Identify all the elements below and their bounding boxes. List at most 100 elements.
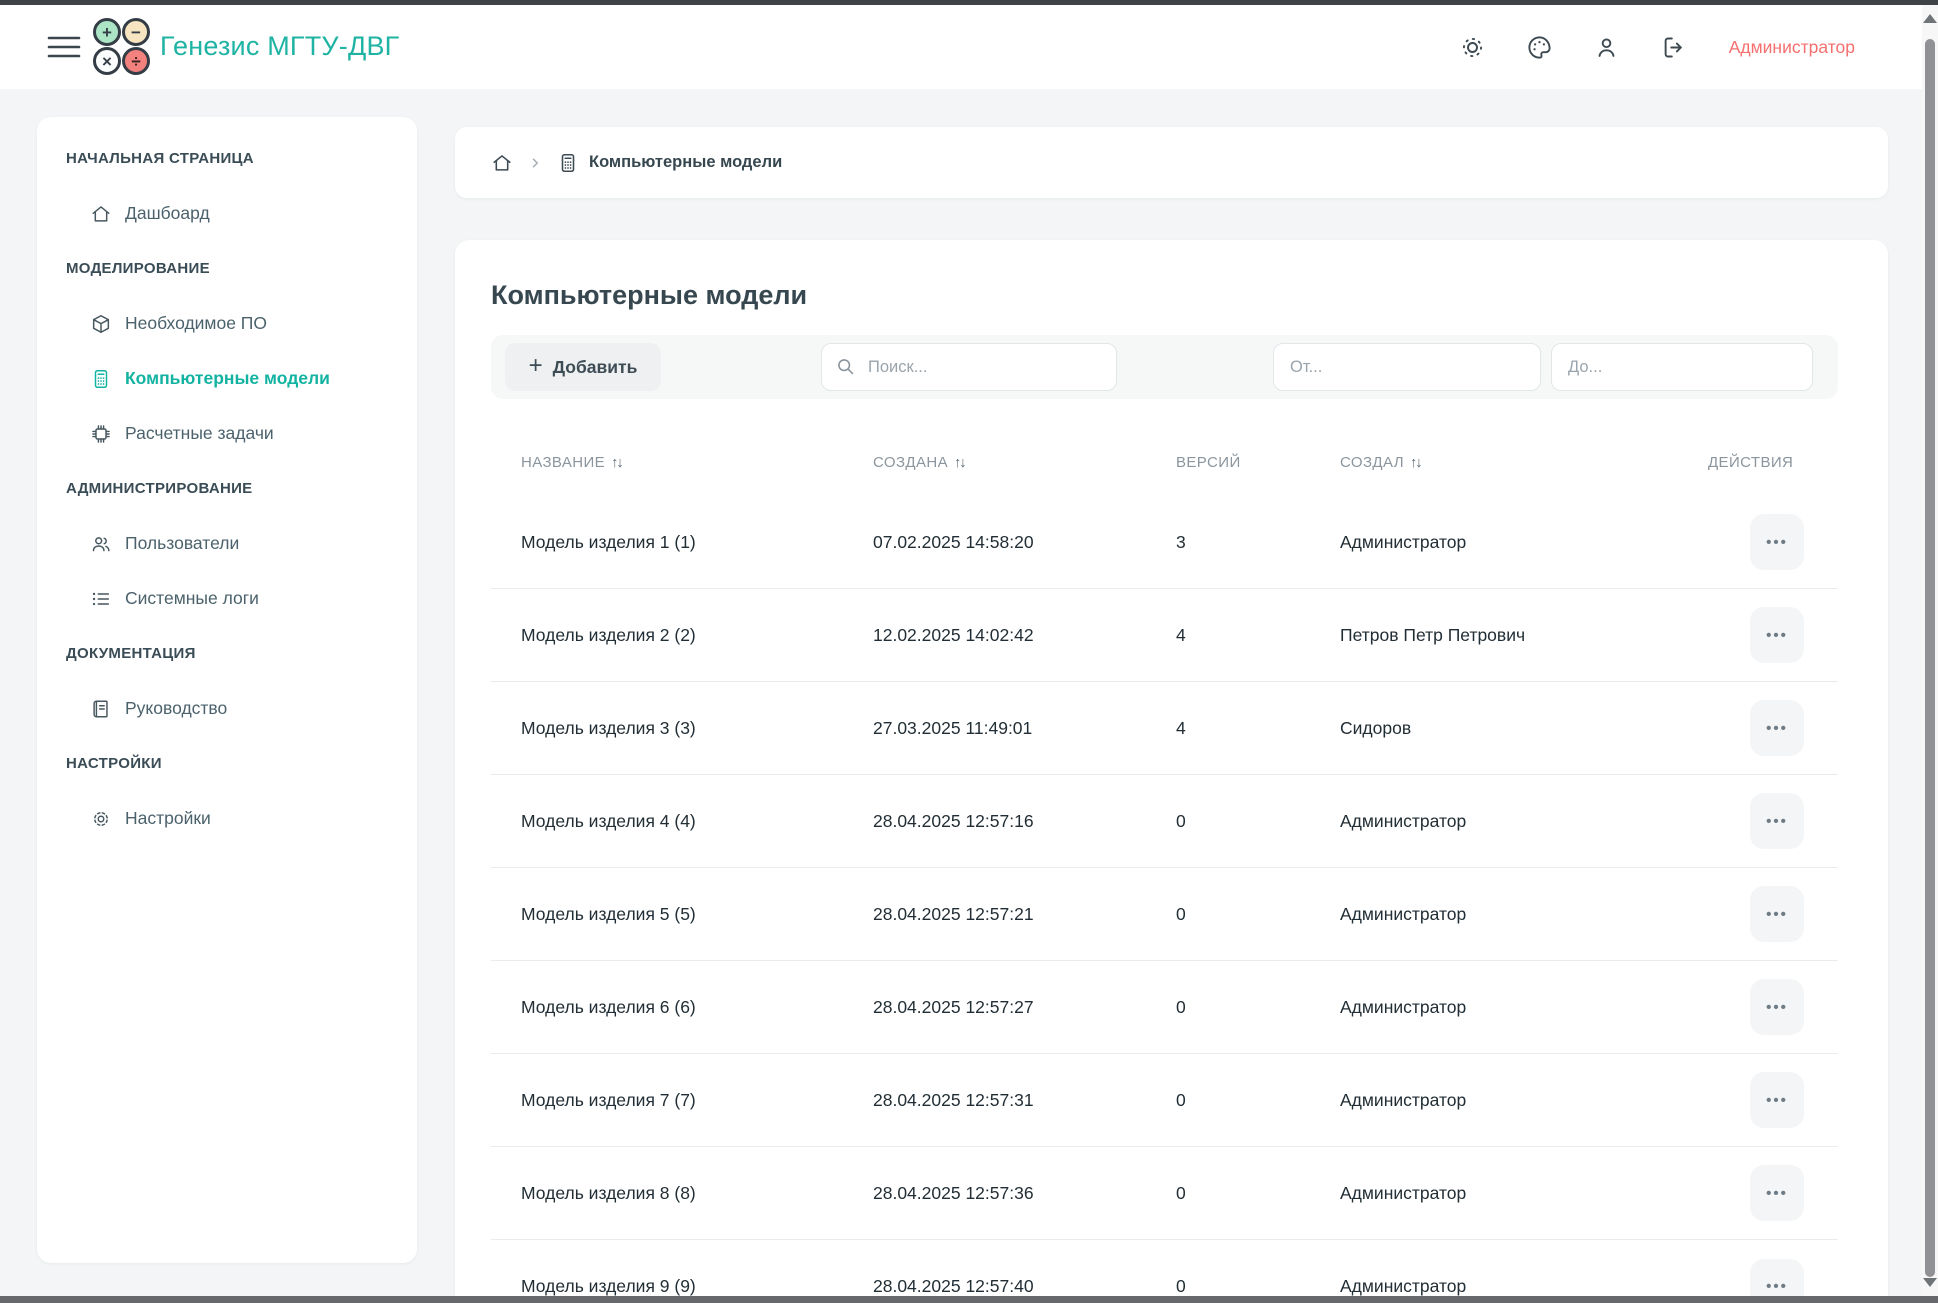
table-row[interactable]: Модель изделия 8 (8) 28.04.2025 12:57:36… [491,1147,1838,1240]
date-from-input[interactable] [1273,343,1541,391]
package-icon [92,314,110,333]
cell-name: Модель изделия 7 (7) [521,1089,696,1110]
sidebar-item-label: Дашбоард [125,203,210,223]
hamburger-icon [47,36,81,58]
scroll-down-arrow-icon[interactable] [1923,1278,1937,1287]
row-actions-button[interactable]: ••• [1750,1072,1804,1128]
cell-created: 28.04.2025 12:57:27 [873,996,1034,1017]
cell-name: Модель изделия 8 (8) [521,1182,696,1203]
table-row[interactable]: Модель изделия 6 (6) 28.04.2025 12:57:27… [491,961,1838,1054]
home-icon[interactable] [491,152,513,174]
table-row[interactable]: Модель изделия 4 (4) 28.04.2025 12:57:16… [491,775,1838,868]
row-actions-button[interactable]: ••• [1750,607,1804,663]
sidebar-section-title: АДМИНИСТРИРОВАНИЕ [66,480,253,497]
horizontal-scrollbar[interactable] [0,1296,1938,1303]
user-role-label[interactable]: Администратор [1729,37,1855,58]
ellipsis-icon: ••• [1766,998,1788,1016]
calculator-icon [94,369,108,388]
breadcrumb-page-label: Компьютерные модели [589,153,783,171]
table-row[interactable]: Модель изделия 1 (1) 07.02.2025 14:58:20… [491,496,1838,589]
ellipsis-icon: ••• [1766,533,1788,551]
menu-button[interactable] [47,33,81,61]
palette-icon[interactable] [1526,34,1553,61]
row-actions-button[interactable]: ••• [1750,700,1804,756]
app-title: Генезис МГТУ-ДВГ [160,31,400,61]
sidebar-item[interactable]: Дашбоард [66,186,417,241]
table-row[interactable]: Модель изделия 3 (3) 27.03.2025 11:49:01… [491,682,1838,775]
sidebar-item-label: Пользователи [125,533,240,553]
vertical-scrollbar[interactable] [1922,5,1938,1296]
header-actions: Администратор [1459,5,1855,89]
sort-icon: ↑↓ [1409,454,1422,471]
cell-versions: 4 [1176,717,1186,738]
cell-author: Сидоров [1340,717,1412,738]
search-input[interactable] [821,343,1117,391]
breadcrumb: Компьютерные модели [455,127,1888,198]
logs-icon [92,592,110,605]
cell-author: Администратор [1340,903,1467,924]
row-actions-button[interactable]: ••• [1750,793,1804,849]
table-row[interactable]: Модель изделия 9 (9) 28.04.2025 12:57:40… [491,1240,1838,1303]
table-row[interactable]: Модель изделия 7 (7) 28.04.2025 12:57:31… [491,1054,1838,1147]
ellipsis-icon: ••• [1766,1091,1788,1109]
breadcrumb-current: Компьютерные модели [557,152,782,174]
cell-versions: 0 [1176,996,1186,1017]
cell-versions: 0 [1176,810,1186,831]
logout-icon[interactable] [1660,34,1687,61]
main-panel: Компьютерные модели + Добавить НАЗВАНИЕ … [455,240,1888,1303]
user-icon[interactable] [1593,34,1620,61]
row-actions-button[interactable]: ••• [1750,1165,1804,1221]
cell-versions: 0 [1176,903,1186,924]
ellipsis-icon: ••• [1766,626,1788,644]
cell-name: Модель изделия 1 (1) [521,531,696,552]
cell-author: Администратор [1340,1089,1467,1110]
sort-icon: ↑↓ [611,454,623,471]
sidebar-section-title: НАСТРОЙКИ [66,755,162,772]
plus-icon: + [528,352,543,379]
ellipsis-icon: ••• [1766,719,1788,737]
chevron-right-icon [532,157,539,168]
app-logo: + − × ÷ [93,18,151,76]
app-header: + − × ÷ Генезис МГТУ-ДВГ Администратор [0,5,1922,89]
cell-versions: 0 [1176,1089,1186,1110]
ellipsis-icon: ••• [1766,905,1788,923]
sidebar-item[interactable]: Расчетные задачи [66,406,417,461]
sidebar-item[interactable]: Руководство [66,681,417,736]
table-row[interactable]: Модель изделия 2 (2) 12.02.2025 14:02:42… [491,589,1838,682]
cell-created: 07.02.2025 14:58:20 [873,531,1034,552]
scroll-up-arrow-icon[interactable] [1923,14,1937,23]
table-row[interactable]: Модель изделия 5 (5) 28.04.2025 12:57:21… [491,868,1838,961]
cell-author: Администратор [1340,1182,1467,1203]
row-actions-button[interactable]: ••• [1750,886,1804,942]
sidebar-item[interactable]: Настройки [66,791,417,846]
add-button[interactable]: + Добавить [505,343,661,391]
sidebar-section-title: МОДЕЛИРОВАНИЕ [66,260,210,277]
page-title: Компьютерные модели [491,280,808,310]
sidebar-section-title: ДОКУМЕНТАЦИЯ [66,645,196,662]
search-field [821,343,1117,391]
column-header-name[interactable]: НАЗВАНИЕ ↑↓ [521,454,873,471]
row-actions-button[interactable]: ••• [1750,514,1804,570]
home-icon [92,205,110,222]
scrollbar-thumb[interactable] [1925,39,1935,1277]
sidebar-item-label: Руководство [125,698,228,718]
date-to-input[interactable] [1551,343,1813,391]
column-header-created[interactable]: СОЗДАНА ↑↓ [873,454,1176,471]
sidebar-item-label: Настройки [125,808,211,828]
cell-created: 28.04.2025 12:57:40 [873,1276,1034,1296]
sidebar-item[interactable]: Необходимое ПО [66,296,417,351]
sidebar-section-title: НАЧАЛЬНАЯ СТРАНИЦА [66,150,254,167]
row-actions-button[interactable]: ••• [1750,979,1804,1035]
theme-toggle-sun-icon[interactable] [1459,34,1486,61]
sidebar-item[interactable]: Системные логи [66,571,417,626]
sidebar-item[interactable]: Пользователи [66,516,417,571]
cell-name: Модель изделия 3 (3) [521,717,696,738]
column-header-author[interactable]: СОЗДАЛ ↑↓ [1340,454,1708,471]
cell-created: 12.02.2025 14:02:42 [873,624,1034,645]
sidebar-item[interactable]: Компьютерные модели [66,351,417,406]
cell-created: 28.04.2025 12:57:31 [873,1089,1034,1110]
cell-versions: 0 [1176,1276,1186,1296]
cell-name: Модель изделия 5 (5) [521,903,696,924]
logo-divide-icon: ÷ [122,47,150,75]
cell-created: 27.03.2025 11:49:01 [873,717,1033,738]
